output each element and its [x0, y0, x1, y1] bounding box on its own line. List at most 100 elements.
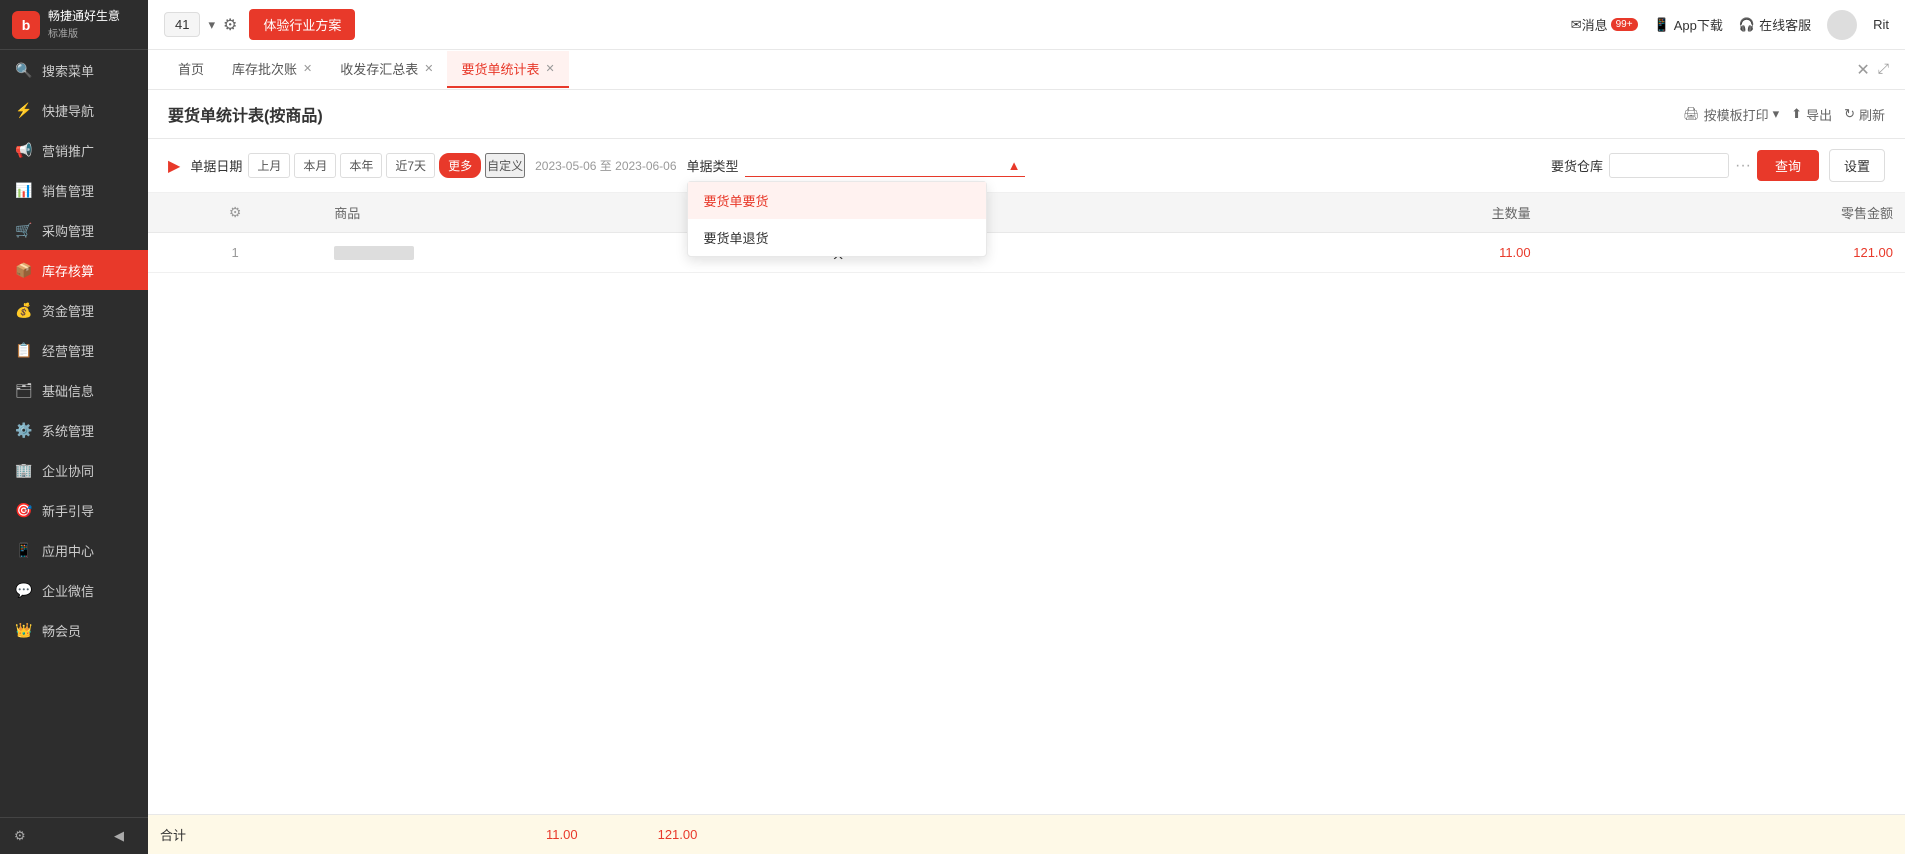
tab-inventory-batch[interactable]: 库存批次账 ✕: [218, 51, 326, 88]
tab-bar: 首页 库存批次账 ✕ 收发存汇总表 ✕ 要货单统计表 ✕ ✕ ⤢: [148, 50, 1905, 90]
sidebar-nav: 🔍 搜索菜单 ⚡ 快捷导航 📢 营销推广 📊 销售管理 🛒 采购管理 📦 库存核…: [0, 50, 148, 817]
purchase-icon: 🛒: [14, 220, 34, 240]
type-dropdown-menu: 要货单要货 要货单退货: [687, 181, 987, 257]
this-month-btn[interactable]: 本月: [294, 153, 336, 178]
col-amount: 零售金额: [1543, 193, 1905, 233]
user-name: Rit: [1873, 17, 1889, 32]
settings-gear-icon[interactable]: ⚙: [223, 15, 237, 35]
inventory-icon: 📦: [14, 260, 34, 280]
maximize-icon[interactable]: ⤢: [1878, 60, 1889, 80]
sidebar-item-enterprise[interactable]: 🏢 企业协同: [0, 450, 148, 490]
date-filter-label: 单据日期: [190, 156, 242, 175]
sidebar-item-finance[interactable]: 💰 资金管理: [0, 290, 148, 330]
main-content: 41 ▾ ⚙ 体验行业方案 ✉ 消息 99+ 📱 App下载 🎧 在线客服 Ri…: [148, 0, 1905, 854]
query-button[interactable]: 查询: [1757, 150, 1819, 181]
sidebar-item-operations[interactable]: 📋 经营管理: [0, 330, 148, 370]
sales-icon: 📊: [14, 180, 34, 200]
base-icon: 🗂: [14, 380, 34, 400]
app-download-button[interactable]: 📱 App下载: [1654, 15, 1723, 34]
topbar: 41 ▾ ⚙ 体验行业方案 ✉ 消息 99+ 📱 App下载 🎧 在线客服 Ri…: [148, 0, 1905, 50]
total-amount: 121.00: [658, 827, 698, 842]
page-title: 要货单统计表(按商品): [168, 102, 323, 126]
custom-date-btn[interactable]: 自定义: [485, 153, 525, 178]
wechat-icon: 💬: [14, 580, 34, 600]
type-dropdown-arrow[interactable]: ▲: [1008, 158, 1021, 173]
sidebar-item-purchase[interactable]: 🛒 采购管理: [0, 210, 148, 250]
print-button[interactable]: 🖨 按模板打印 ▾: [1683, 105, 1779, 124]
dropdown-item-return[interactable]: 要货单退货: [688, 219, 986, 256]
sidebar-item-shortcut[interactable]: ⚡ 快捷导航: [0, 90, 148, 130]
refresh-icon: ↻: [1844, 106, 1855, 122]
last-7-days-btn[interactable]: 近7天: [386, 153, 435, 178]
app-name: 畅捷通好生意: [48, 9, 120, 25]
col-quantity: 主数量: [1242, 193, 1542, 233]
phone-icon: 📱: [1654, 17, 1670, 33]
data-table: ⚙ 商品 主计量单位 主数量 零售金额 1: [148, 193, 1905, 273]
collapse-icon[interactable]: ◀: [114, 828, 124, 844]
sidebar-item-sales[interactable]: 📊 销售管理: [0, 170, 148, 210]
shortcut-icon: ⚡: [14, 100, 34, 120]
dropdown-item-requisition[interactable]: 要货单要货: [688, 182, 986, 219]
system-icon: ⚙️: [14, 420, 34, 440]
tab-receivable-summary[interactable]: 收发存汇总表 ✕: [326, 51, 447, 88]
cell-index: 1: [148, 233, 322, 273]
settings-button[interactable]: 设置: [1829, 149, 1885, 182]
page-header: 要货单统计表(按商品) 🖨 按模板打印 ▾ ⬆ 导出 ↻ 刷新: [148, 90, 1905, 139]
date-range: 2023-05-06 至 2023-06-06: [535, 157, 676, 174]
sidebar-item-search[interactable]: 🔍 搜索菜单: [0, 50, 148, 90]
print-arrow-icon: ▾: [1773, 106, 1780, 122]
finance-icon: 💰: [14, 300, 34, 320]
table-row: 1 块 11.00 121.00: [148, 233, 1905, 273]
tabs-actions: ✕ ⤢: [1856, 60, 1889, 80]
this-year-btn[interactable]: 本年: [340, 153, 382, 178]
apps-icon: 📱: [14, 540, 34, 560]
trial-button[interactable]: 体验行业方案: [249, 9, 355, 40]
online-service-button[interactable]: 🎧 在线客服: [1739, 15, 1811, 34]
sidebar-item-apps[interactable]: 📱 应用中心: [0, 530, 148, 570]
sidebar-footer: ⚙ ◀: [0, 817, 148, 854]
print-icon: 🖨: [1683, 106, 1700, 122]
type-filter-group: 单据类型 ▲ 要货单要货 要货单退货: [687, 155, 1025, 177]
user-avatar[interactable]: [1827, 10, 1857, 40]
tab-requisition-stats[interactable]: 要货单统计表 ✕: [447, 51, 568, 88]
sidebar-item-wechat[interactable]: 💬 企业微信: [0, 570, 148, 610]
sidebar-item-marketing[interactable]: 📢 营销推广: [0, 130, 148, 170]
member-icon: 👑: [14, 620, 34, 640]
sidebar-item-base[interactable]: 🗂 基础信息: [0, 370, 148, 410]
operations-icon: 📋: [14, 340, 34, 360]
page-actions: 🖨 按模板打印 ▾ ⬆ 导出 ↻ 刷新: [1683, 105, 1885, 124]
product-name-placeholder: [334, 246, 414, 260]
col-settings-icon[interactable]: ⚙: [229, 204, 242, 220]
export-icon: ⬆: [1791, 106, 1802, 122]
topbar-right: ✉ 消息 99+ 📱 App下载 🎧 在线客服 Rit: [1571, 10, 1889, 40]
total-row: 合计 11.00 121.00: [148, 814, 1905, 854]
sidebar-item-system[interactable]: ⚙️ 系统管理: [0, 410, 148, 450]
export-button[interactable]: ⬆ 导出: [1791, 105, 1832, 124]
close-inventory-batch-tab[interactable]: ✕: [303, 62, 312, 75]
type-input[interactable]: [745, 155, 1025, 177]
table-header: ⚙ 商品 主计量单位 主数量 零售金额: [148, 193, 1905, 233]
close-requisition-tab[interactable]: ✕: [546, 62, 555, 75]
more-dates-btn[interactable]: 更多: [439, 153, 481, 178]
close-all-tabs[interactable]: ✕: [1856, 60, 1869, 80]
sidebar: b 畅捷通好生意 标准版 🔍 搜索菜单 ⚡ 快捷导航 📢 营销推广 📊 销售管理…: [0, 0, 148, 854]
logo-icon: b: [12, 11, 40, 39]
close-receivable-tab[interactable]: ✕: [424, 62, 433, 75]
last-month-btn[interactable]: 上月: [248, 153, 290, 178]
search-icon: 🔍: [14, 60, 34, 80]
messages-button[interactable]: ✉ 消息 99+: [1571, 15, 1638, 34]
sidebar-item-member[interactable]: 👑 畅会员: [0, 610, 148, 650]
settings-icon[interactable]: ⚙: [14, 828, 26, 844]
date-filter-group: 单据日期 上月 本月 本年 近7天 更多 自定义 2023-05-06 至 20…: [190, 153, 676, 178]
messages-badge: 99+: [1611, 18, 1638, 31]
refresh-button[interactable]: ↻ 刷新: [1844, 105, 1885, 124]
filter-toggle[interactable]: ▶: [168, 156, 180, 176]
warehouse-filter-label: 要货仓库: [1551, 156, 1603, 175]
warehouse-filter-group: 要货仓库 ··· 查询 设置: [1551, 149, 1885, 182]
warehouse-input[interactable]: [1609, 153, 1729, 178]
sidebar-item-newbie[interactable]: 🎯 新手引导: [0, 490, 148, 530]
dropdown-arrow[interactable]: ▾: [208, 17, 215, 33]
sidebar-item-inventory[interactable]: 📦 库存核算: [0, 250, 148, 290]
warehouse-more-btn[interactable]: ···: [1735, 157, 1751, 175]
tab-home[interactable]: 首页: [164, 51, 218, 88]
